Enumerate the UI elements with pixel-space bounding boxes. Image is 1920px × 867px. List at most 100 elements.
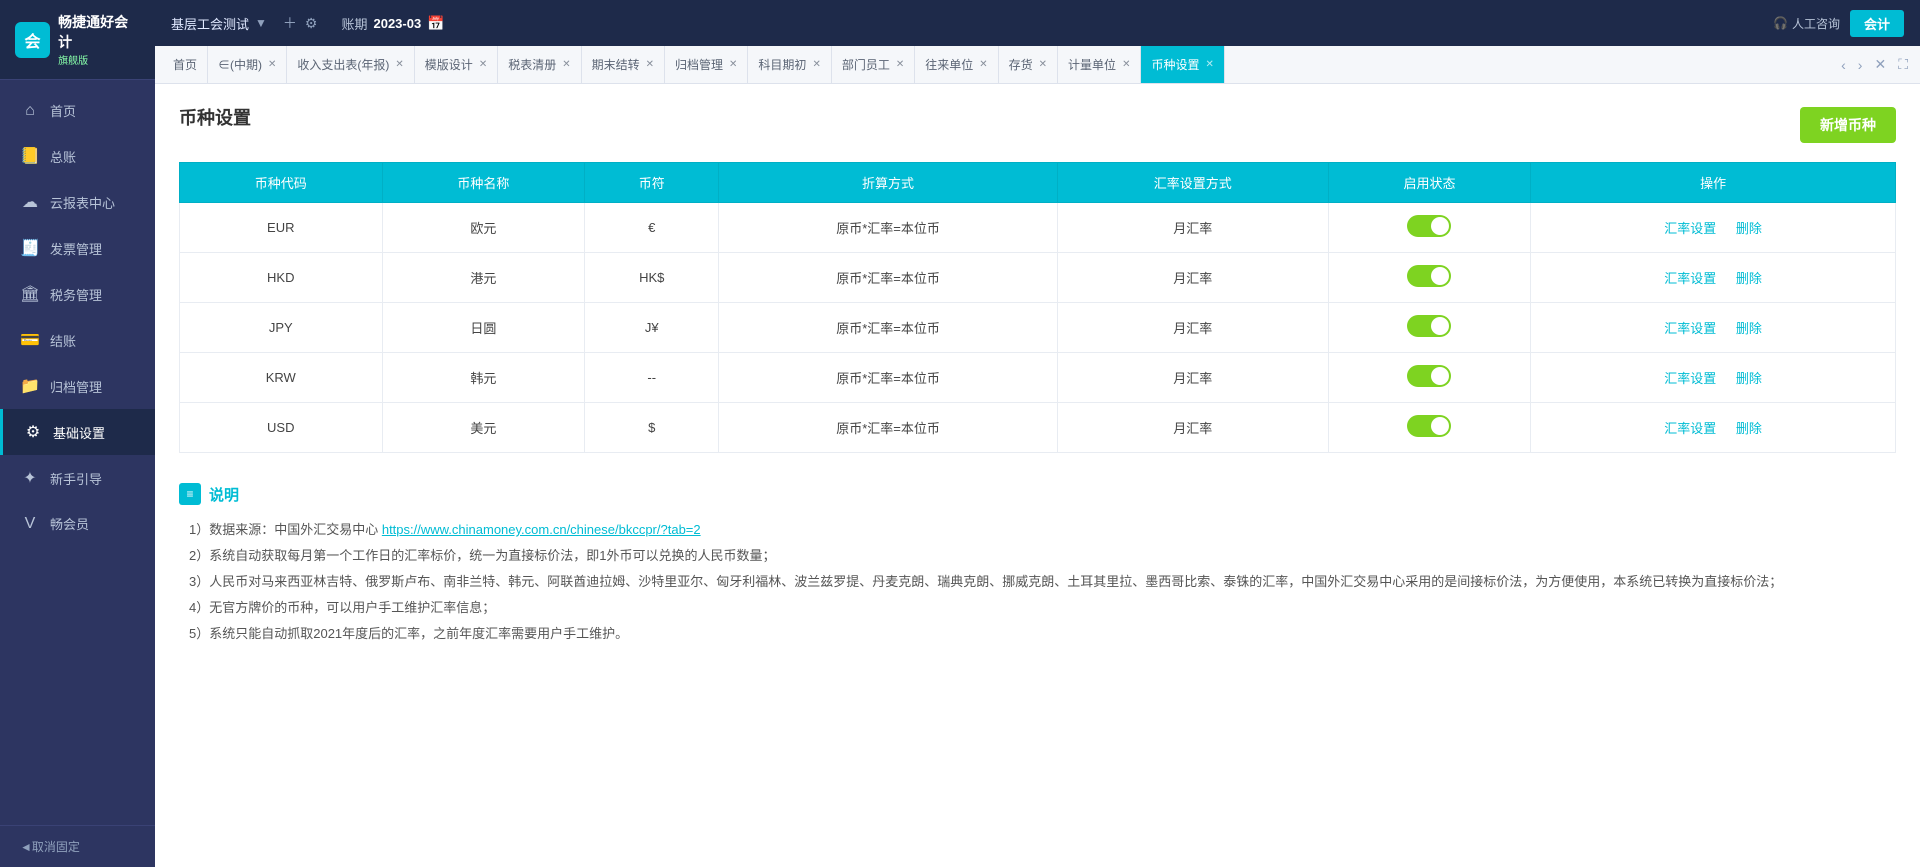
note-link[interactable]: https://www.chinamoney.com.cn/chinese/bk… xyxy=(382,522,701,537)
table-row: HKD 港元 HK$ 原币*汇率=本位币 月汇率 汇率设置 删除 xyxy=(180,253,1896,303)
toggle-track[interactable] xyxy=(1407,265,1451,287)
tab-currency[interactable]: 币种设置✕ xyxy=(1141,46,1224,84)
delete-btn-JPY[interactable]: 删除 xyxy=(1736,321,1762,336)
cell-name: 日圆 xyxy=(382,303,585,353)
rate-setting-btn-KRW[interactable]: 汇率设置 xyxy=(1664,371,1716,386)
sidebar-item-vip[interactable]: V畅会员 xyxy=(0,501,155,546)
calendar-icon[interactable]: 📅 xyxy=(427,15,444,32)
delete-btn-HKD[interactable]: 删除 xyxy=(1736,271,1762,286)
sidebar-item-reports[interactable]: ☁云报表中心 xyxy=(0,179,155,225)
sidebar-item-ledger[interactable]: 📒 总账 xyxy=(0,133,155,179)
account-type-btn[interactable]: 会计 xyxy=(1850,10,1904,37)
tab-departments[interactable]: 部门员工 ✕ xyxy=(832,46,915,84)
new-currency-btn[interactable]: 新增币种 xyxy=(1800,107,1896,143)
cell-name: 美元 xyxy=(382,403,585,453)
tab-close-income[interactable]: ✕ xyxy=(395,59,403,70)
tab-close-balance[interactable]: ✕ xyxy=(268,59,276,70)
note-list: 1）数据来源：中国外汇交易中心 https://www.chinamoney.c… xyxy=(179,517,1896,647)
toggle-KRW[interactable] xyxy=(1407,365,1451,387)
sidebar-label-archive: 归档管理 xyxy=(50,377,102,396)
tab-archive[interactable]: 归档管理✕ xyxy=(665,46,748,84)
delete-btn-KRW[interactable]: 删除 xyxy=(1736,371,1762,386)
tab-units[interactable]: 计量单位✕ xyxy=(1058,46,1141,84)
tabbar: 首页∈(中期)✕收入支出表(年报)✕模版设计✕税表清册✕期末结转✕归档管理✕科目… xyxy=(155,46,1920,84)
rate-setting-btn-JPY[interactable]: 汇率设置 xyxy=(1664,321,1716,336)
note-item-3: 4）无官方牌价的币种，可以用户手工维护汇率信息； xyxy=(189,595,1896,621)
invoice-icon: 🧾 xyxy=(20,238,40,258)
delete-btn-EUR[interactable]: 删除 xyxy=(1736,221,1762,236)
cell-actions: 汇率设置 删除 xyxy=(1531,253,1896,303)
rate-setting-btn-EUR[interactable]: 汇率设置 xyxy=(1664,221,1716,236)
help-btn[interactable]: 🎧 人工咨询 xyxy=(1773,15,1840,32)
tab-label-departments: 部门员工 xyxy=(842,56,890,73)
toggle-track[interactable] xyxy=(1407,215,1451,237)
tab-period_end[interactable]: 期末结转 ✕ xyxy=(582,46,665,84)
toggle-track[interactable] xyxy=(1407,415,1451,437)
col-header: 币种名称 xyxy=(382,163,585,203)
settings-company-btn[interactable]: ⚙ xyxy=(305,15,318,32)
ledger-icon: 📒 xyxy=(20,146,40,166)
add-company-btn[interactable]: ＋ xyxy=(283,13,297,33)
cell-code: HKD xyxy=(180,253,383,303)
tab-label-clients: 往来单位 xyxy=(925,56,973,73)
guide-icon: ✦ xyxy=(20,468,40,488)
cell-actions: 汇率设置 删除 xyxy=(1531,353,1896,403)
toggle-track[interactable] xyxy=(1407,365,1451,387)
tab-close-departments[interactable]: ✕ xyxy=(896,59,904,70)
tab-close-clients[interactable]: ✕ xyxy=(979,59,987,70)
toggle-JPY[interactable] xyxy=(1407,315,1451,337)
tab-close-all-btn[interactable]: ✕ xyxy=(1870,54,1890,75)
tab-template[interactable]: 模版设计✕ xyxy=(415,46,498,84)
tab-tax[interactable]: 税表清册✕ xyxy=(498,46,581,84)
tab-close-tax[interactable]: ✕ xyxy=(562,59,570,70)
cell-status xyxy=(1328,403,1531,453)
logo-icon: 会 xyxy=(15,22,50,58)
tab-close-currency[interactable]: ✕ xyxy=(1205,59,1213,70)
toggle-thumb xyxy=(1431,317,1449,335)
sidebar-item-archive[interactable]: 📁归档管理 xyxy=(0,363,155,409)
rate-setting-btn-HKD[interactable]: 汇率设置 xyxy=(1664,271,1716,286)
tab-clients[interactable]: 往来单位 ✕ xyxy=(915,46,998,84)
toggle-track[interactable] xyxy=(1407,315,1451,337)
tab-subjects[interactable]: 科目期初✕ xyxy=(748,46,831,84)
tab-income[interactable]: 收入支出表(年报)✕ xyxy=(287,46,414,84)
tab-close-period_end[interactable]: ✕ xyxy=(646,59,654,70)
tab-fullscreen-btn[interactable]: ⛶ xyxy=(1894,54,1912,75)
sidebar-nav: ⌂首页 📒 总账 ☁云报表中心🧾发票管理🏛税务管理💳结账📁归档管理⚙基础设置✦新手引导… xyxy=(0,80,155,825)
sidebar-item-settings[interactable]: ⚙基础设置 xyxy=(0,409,155,455)
tab-next-btn[interactable]: › xyxy=(1854,55,1867,75)
cell-method: 原币*汇率=本位币 xyxy=(719,253,1057,303)
content-wrapper: 币种设置 新增币种 币种代码币种名称币符折算方式汇率设置方式启用状态操作 EUR… xyxy=(179,104,1896,647)
tab-prev-btn[interactable]: ‹ xyxy=(1837,55,1850,75)
company-dropdown-icon[interactable]: ▼ xyxy=(255,16,267,30)
toggle-USD[interactable] xyxy=(1407,415,1451,437)
sidebar-item-home[interactable]: ⌂首页 xyxy=(0,88,155,133)
tab-close-units[interactable]: ✕ xyxy=(1122,59,1130,70)
tab-close-archive[interactable]: ✕ xyxy=(729,59,737,70)
sidebar-item-tax[interactable]: 🏛税务管理 xyxy=(0,271,155,317)
sidebar-item-checkout[interactable]: 💳结账 xyxy=(0,317,155,363)
tab-close-template[interactable]: ✕ xyxy=(479,59,487,70)
cell-symbol: J¥ xyxy=(585,303,719,353)
tab-close-inventory[interactable]: ✕ xyxy=(1039,59,1047,70)
tab-inventory[interactable]: 存货✕ xyxy=(999,46,1058,84)
tab-balance[interactable]: ∈(中期)✕ xyxy=(208,46,287,84)
sidebar-item-guide[interactable]: ✦新手引导 xyxy=(0,455,155,501)
col-header: 折算方式 xyxy=(719,163,1057,203)
delete-btn-USD[interactable]: 删除 xyxy=(1736,421,1762,436)
toggle-EUR[interactable] xyxy=(1407,215,1451,237)
company-name[interactable]: 基层工会测试 ▼ xyxy=(171,14,267,33)
note-item-1: 2）系统自动获取每月第一个工作日的汇率标价，统一为直接标价法，即1外币可以兑换的… xyxy=(189,543,1896,569)
sidebar-item-invoice[interactable]: 🧾发票管理 xyxy=(0,225,155,271)
tab-label-period_end: 期末结转 xyxy=(592,56,640,73)
toggle-HKD[interactable] xyxy=(1407,265,1451,287)
tax-icon: 🏛 xyxy=(20,284,40,304)
tab-label-home: 首页 xyxy=(173,56,197,73)
sidebar-label-checkout: 结账 xyxy=(50,331,76,350)
rate-setting-btn-USD[interactable]: 汇率设置 xyxy=(1664,421,1716,436)
sidebar-pin-toggle[interactable]: ◄取消固定 xyxy=(0,825,155,867)
note-title: ≡ 说明 xyxy=(179,483,1896,505)
tab-close-subjects[interactable]: ✕ xyxy=(812,59,820,70)
sidebar-label-ledger: 总账 xyxy=(50,147,76,166)
tab-home[interactable]: 首页 xyxy=(163,46,208,84)
